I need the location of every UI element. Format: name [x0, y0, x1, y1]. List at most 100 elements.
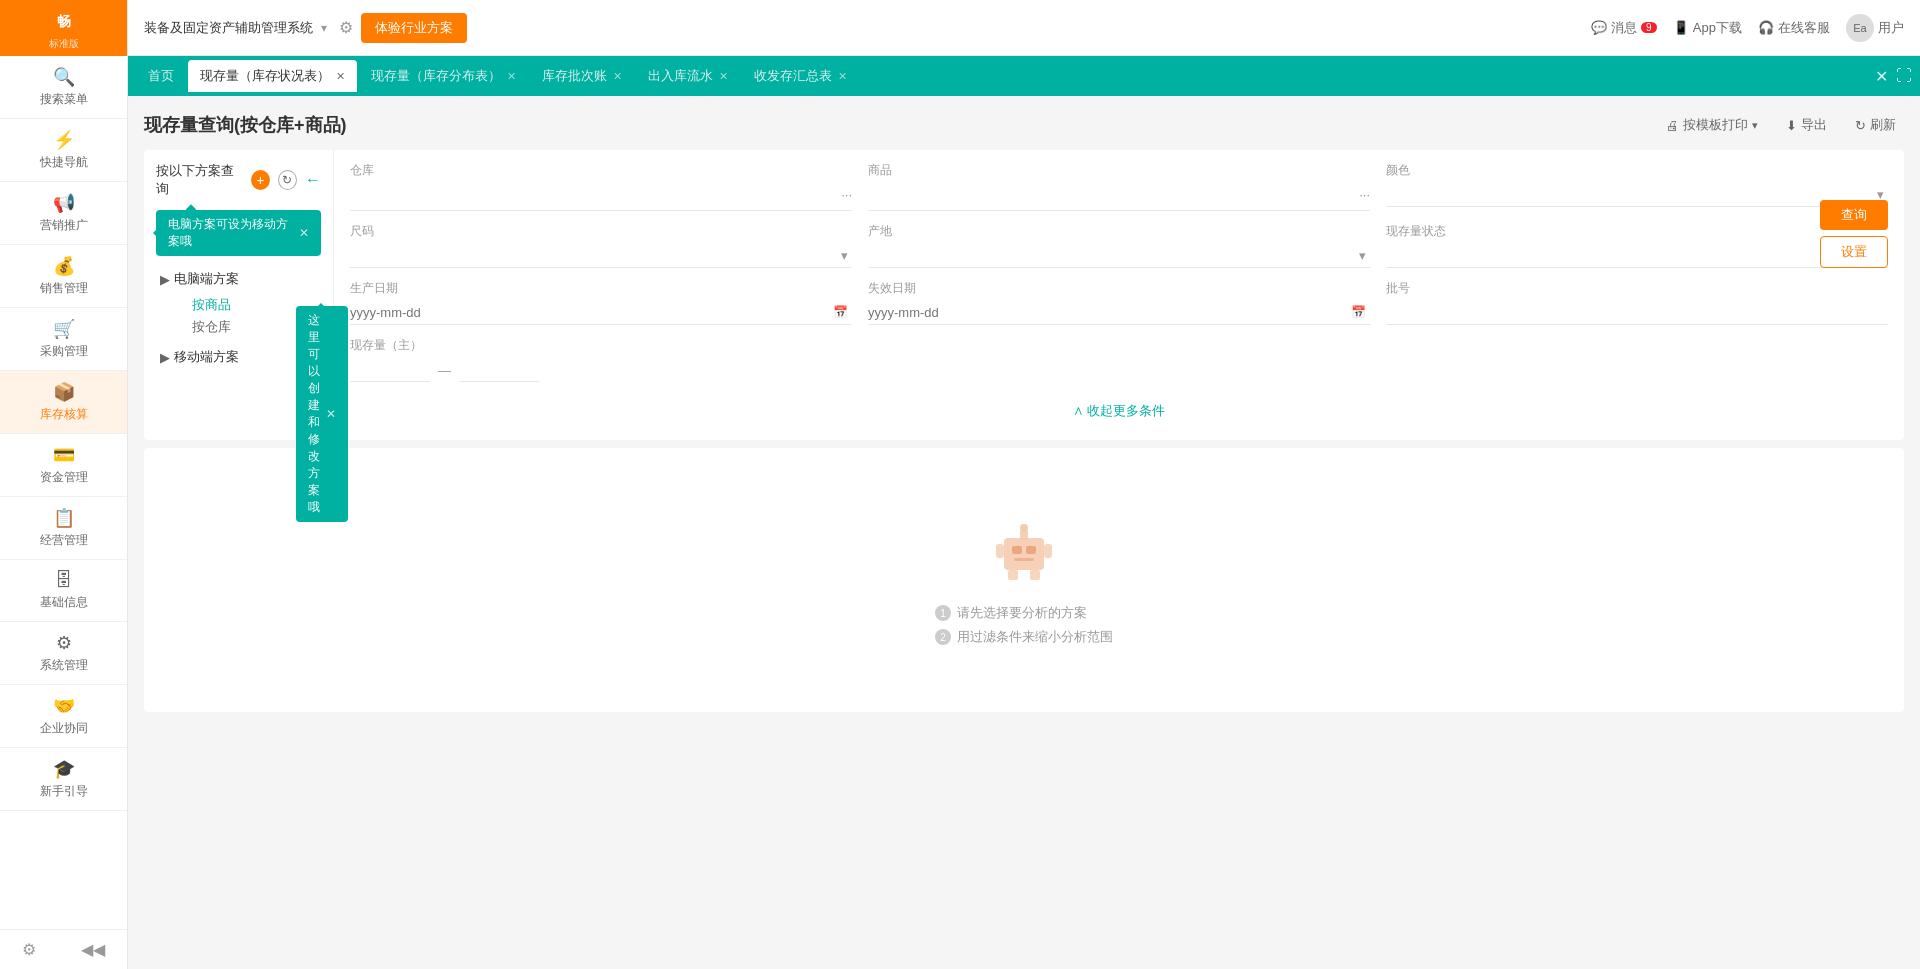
add-scheme-btn[interactable]: +: [251, 170, 270, 190]
tab-close-all-icon[interactable]: ✕: [1875, 67, 1888, 86]
tab-io-flow[interactable]: 出入库流水 ✕: [636, 60, 740, 92]
tab-fullscreen-icon[interactable]: ⛶: [1896, 67, 1912, 86]
sidebar-item-label: 采购管理: [40, 343, 88, 360]
tab-batch-ledger[interactable]: 库存批次账 ✕: [530, 60, 634, 92]
expire-date-input[interactable]: [868, 301, 1370, 325]
empty-tip-2: 2 用过滤条件来缩小分析范围: [935, 628, 1113, 646]
filter-row-2: 尺码 产地: [350, 223, 1888, 268]
app-download-btn[interactable]: 📱 App下载: [1673, 19, 1742, 37]
main-area: 装备及固定资产辅助管理系统 ▾ ⚙ 体验行业方案 💬 消息 9 📱 App下载 …: [128, 0, 1920, 969]
tab-close-icon[interactable]: ✕: [336, 70, 345, 83]
filter-row-4: 现存量（主） —: [350, 337, 1888, 382]
svg-point-7: [1020, 524, 1028, 532]
filter-field-stock-status: 现存量状态: [1386, 223, 1888, 268]
svg-rect-10: [1008, 570, 1018, 580]
search-btn-area: 查询 设置: [1820, 200, 1888, 268]
tooltip2-text: 这里可以创建和修改方案哦: [308, 312, 320, 516]
size-select[interactable]: [350, 244, 852, 268]
messages-btn[interactable]: 💬 消息 9: [1591, 19, 1657, 37]
svg-rect-11: [1030, 570, 1040, 580]
header-right: 💬 消息 9 📱 App下载 🎧 在线客服 Ea 用户: [1591, 14, 1904, 42]
sidebar-item-label: 经营管理: [40, 532, 88, 549]
svg-rect-5: [1014, 558, 1034, 561]
back-arrow-icon[interactable]: ←: [305, 171, 321, 189]
tab-inventory-status[interactable]: 现存量（库存状况表） ✕: [188, 60, 357, 92]
tooltip1-text: 电脑方案可设为移动方案哦: [168, 216, 293, 250]
sidebar-item-system[interactable]: ⚙ 系统管理: [0, 622, 127, 685]
desktop-scheme-label: 电脑端方案: [174, 270, 239, 288]
sidebar-item-purchase[interactable]: 🛒 采购管理: [0, 308, 127, 371]
sidebar-item-marketing[interactable]: 📢 营销推广: [0, 182, 127, 245]
tab-close-icon[interactable]: ✕: [613, 70, 622, 83]
sidebar-item-finance[interactable]: 💳 资金管理: [0, 434, 127, 497]
sidebar-item-inventory[interactable]: 📦 库存核算: [0, 371, 127, 434]
settings-bottom-icon[interactable]: ⚙: [22, 940, 36, 959]
tab-home[interactable]: 首页: [136, 60, 186, 92]
app-label: App下载: [1693, 19, 1742, 37]
refresh-scheme-btn[interactable]: ↻: [278, 170, 297, 190]
stock-status-select[interactable]: [1386, 244, 1888, 268]
empty-tips: 1 请先选择要分析的方案 2 用过滤条件来缩小分析范围: [935, 604, 1113, 652]
batch-no-input[interactable]: [1386, 301, 1888, 325]
finance-icon: 💳: [53, 444, 75, 466]
logo-subtext: 标准版: [49, 37, 79, 51]
industry-btn[interactable]: 体验行业方案: [361, 13, 467, 43]
tip-num-2: 2: [935, 629, 951, 645]
user-btn[interactable]: Ea 用户: [1846, 14, 1904, 42]
settings-icon[interactable]: ⚙: [339, 18, 353, 37]
sidebar-item-label: 企业协同: [40, 720, 88, 737]
refresh-label: 刷新: [1870, 116, 1896, 134]
sidebar-item-guide[interactable]: 🎓 新手引导: [0, 748, 127, 811]
print-dropdown-icon: ▾: [1752, 119, 1758, 132]
stock-qty-max-input[interactable]: [459, 358, 539, 382]
tip-num-1: 1: [935, 605, 951, 621]
system-icon: ⚙: [56, 632, 72, 654]
sidebar-item-label: 快捷导航: [40, 154, 88, 171]
filter-field-size: 尺码: [350, 223, 852, 268]
goods-label: 商品: [868, 162, 1370, 179]
search-btn[interactable]: 查询: [1820, 200, 1888, 230]
filter-field-warehouse: 仓库 ···: [350, 162, 852, 211]
stock-qty-min-input[interactable]: [350, 358, 430, 382]
dropdown-icon[interactable]: ▾: [321, 21, 327, 35]
message-icon: 💬: [1591, 20, 1607, 35]
sidebar-item-enterprise[interactable]: 🤝 企业协同: [0, 685, 127, 748]
print-btn[interactable]: 🖨 按模板打印 ▾: [1658, 112, 1766, 138]
tab-close-icon[interactable]: ✕: [719, 70, 728, 83]
collapse-sidebar-icon[interactable]: ◀◀: [81, 940, 105, 959]
goods-dots-icon[interactable]: ···: [1359, 187, 1370, 202]
export-btn[interactable]: ⬇ 导出: [1778, 112, 1835, 138]
tooltip1-close-btn[interactable]: ✕: [299, 226, 309, 240]
tooltip2-bubble: 这里可以创建和修改方案哦 ✕: [296, 306, 348, 522]
sidebar: 畅 标准版 🔍 搜索菜单 ⚡ 快捷导航 📢 营销推广 💰 销售管理 🛒 采购管理…: [0, 0, 128, 969]
tab-io-flow-label: 出入库流水: [648, 67, 713, 85]
sidebar-item-basic[interactable]: 🗄 基础信息: [0, 560, 127, 622]
support-btn[interactable]: 🎧 在线客服: [1758, 19, 1830, 37]
sidebar-item-label: 基础信息: [40, 594, 88, 611]
color-select[interactable]: [1386, 183, 1888, 207]
warehouse-dots-icon[interactable]: ···: [841, 187, 852, 202]
goods-input[interactable]: [868, 183, 1359, 206]
sidebar-item-sales[interactable]: 💰 销售管理: [0, 245, 127, 308]
prod-date-input[interactable]: [350, 301, 852, 325]
sidebar-item-quick-nav[interactable]: ⚡ 快捷导航: [0, 119, 127, 182]
tab-inventory-dist[interactable]: 现存量（库存分布表） ✕: [359, 60, 528, 92]
warehouse-input[interactable]: [350, 183, 841, 206]
refresh-btn[interactable]: ↻ 刷新: [1847, 112, 1904, 138]
origin-select[interactable]: [868, 244, 1370, 268]
collapse-btn[interactable]: ∧ 收起更多条件: [350, 394, 1888, 428]
tab-close-icon[interactable]: ✕: [838, 70, 847, 83]
desktop-scheme-header[interactable]: ▶ 电脑端方案: [156, 268, 321, 290]
tab-close-icon[interactable]: ✕: [507, 70, 516, 83]
filter-panel: 按以下方案查询 + ↻ ← 电脑方案可设为移动方案哦 ✕: [144, 150, 1904, 440]
ops-icon: 📋: [53, 507, 75, 529]
search-icon: 🔍: [53, 66, 75, 88]
content-area: 现存量查询(按仓库+商品) 🖨 按模板打印 ▾ ⬇ 导出 ↻ 刷新: [128, 96, 1920, 969]
sidebar-item-search[interactable]: 🔍 搜索菜单: [0, 56, 127, 119]
sidebar-item-label: 库存核算: [40, 406, 88, 423]
tooltip2-close-btn[interactable]: ✕: [326, 407, 336, 421]
tab-collect-summary-label: 收发存汇总表: [754, 67, 832, 85]
tab-collect-summary[interactable]: 收发存汇总表 ✕: [742, 60, 859, 92]
sidebar-item-ops[interactable]: 📋 经营管理: [0, 497, 127, 560]
reset-btn[interactable]: 设置: [1820, 236, 1888, 268]
